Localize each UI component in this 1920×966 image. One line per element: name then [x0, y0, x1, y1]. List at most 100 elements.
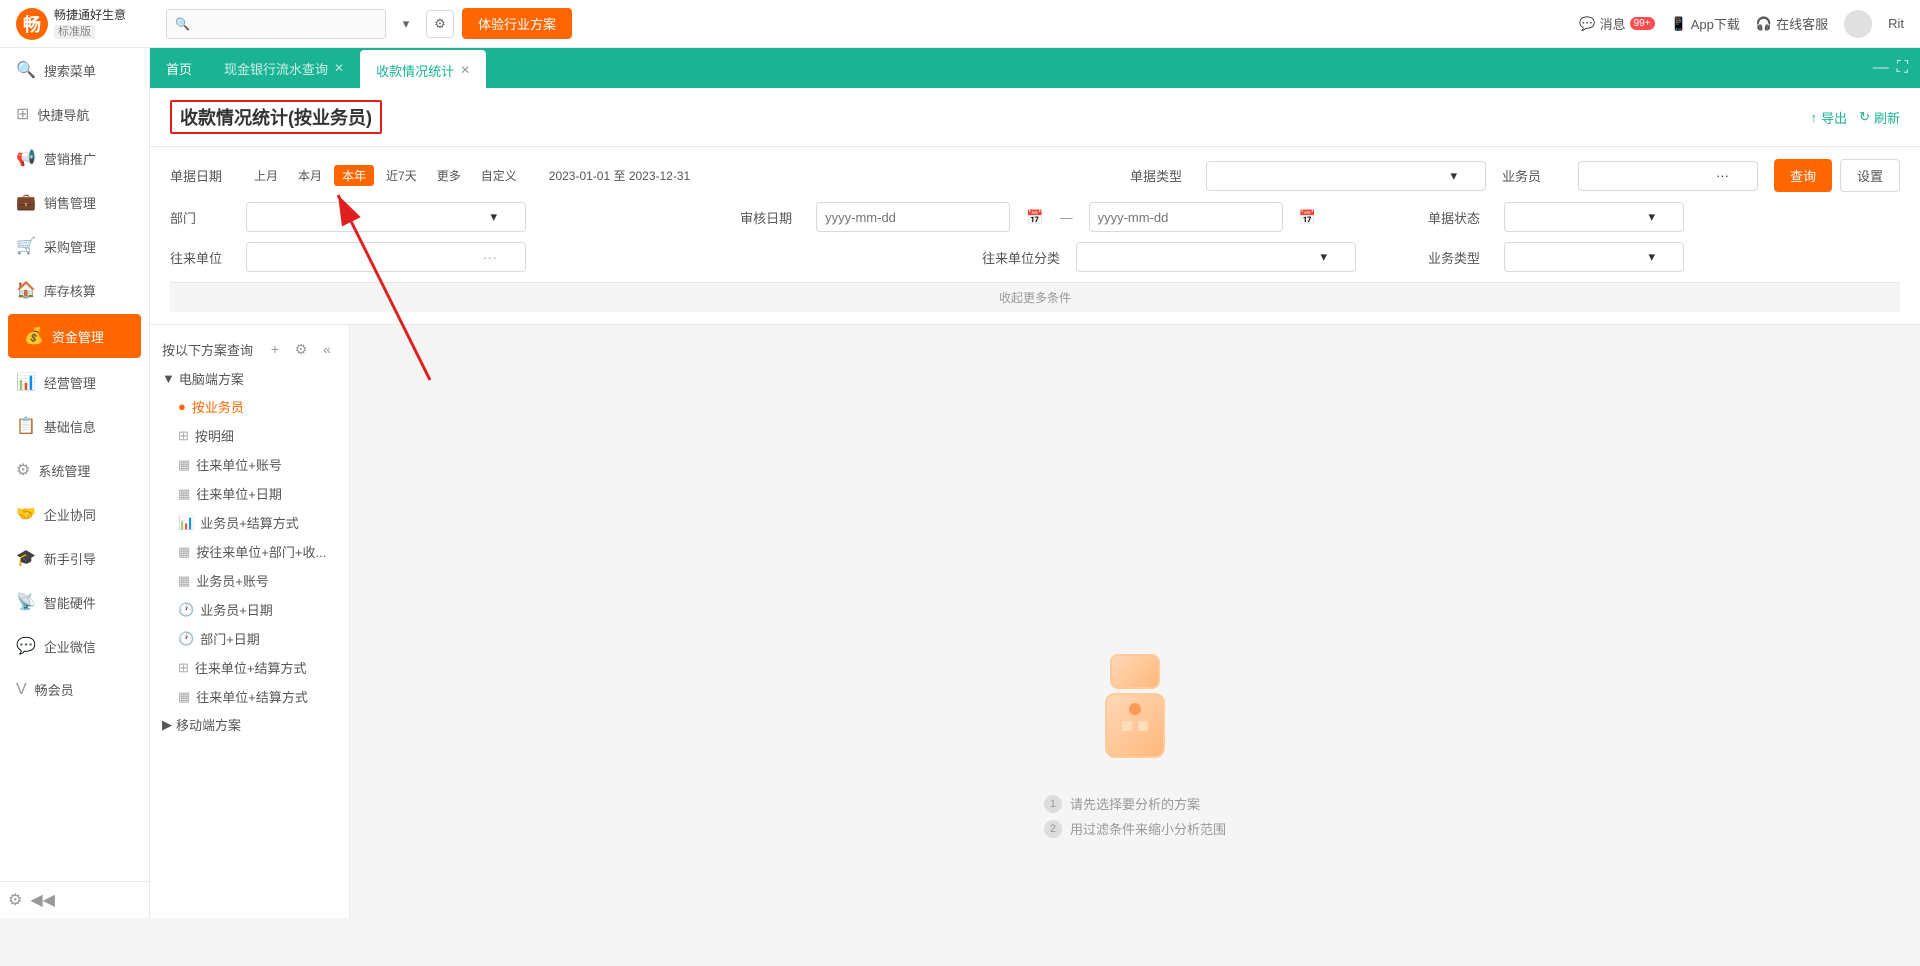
refresh-label: 刷新	[1874, 108, 1900, 127]
sidebar-item-quicknav[interactable]: ⊞ 快捷导航	[0, 92, 149, 136]
date-tab-7days[interactable]: 近7天	[378, 165, 425, 186]
review-date-start[interactable]	[816, 202, 1010, 232]
robot-head	[1110, 654, 1160, 689]
tree-item-partner-dept[interactable]: ▦ 按往来单位+部门+收...	[150, 537, 349, 566]
partner-select[interactable]: ···	[246, 242, 526, 272]
tree-item-partner-settle2[interactable]: ▦ 往来单位+结算方式	[150, 682, 349, 711]
trial-button[interactable]: 体验行业方案	[462, 8, 572, 39]
tree-item-by-salesperson[interactable]: ● 按业务员	[150, 392, 349, 421]
partner-dept-icon: ▦	[178, 544, 190, 560]
date-tab-thismonth[interactable]: 本月	[290, 165, 330, 186]
doc-status-select[interactable]: ▾	[1504, 202, 1684, 232]
basic-icon: 📋	[16, 416, 36, 436]
sidebar-item-search[interactable]: 🔍 搜索菜单	[0, 48, 149, 92]
review-date-end[interactable]	[1089, 202, 1283, 232]
tab-cashflow[interactable]: 现金银行流水查询 ✕	[208, 48, 360, 88]
empty-state: 1 请先选择要分析的方案 2 用过滤条件来缩小分析范围	[1044, 654, 1226, 838]
dept-label: 部门	[170, 208, 230, 227]
sidebar-label-finance: 资金管理	[52, 327, 104, 346]
tree-item-sales-date[interactable]: 🕐 业务员+日期	[150, 595, 349, 624]
tab-collections-close[interactable]: ✕	[460, 63, 470, 77]
sidebar-item-operations[interactable]: 📊 经营管理	[0, 360, 149, 404]
sidebar-item-guide[interactable]: 🎓 新手引导	[0, 536, 149, 580]
guide-icon: 🎓	[16, 548, 36, 568]
expand-icon: ▼	[162, 371, 175, 386]
dept-select[interactable]: ▾	[246, 202, 526, 232]
tree-item-detail[interactable]: ⊞ 按明细	[150, 421, 349, 450]
sidebar-label-member: 畅会员	[35, 680, 74, 699]
page-header-actions: ↑ 导出 ↻ 刷新	[1811, 108, 1900, 127]
partner-category-select[interactable]: ▾	[1076, 242, 1356, 272]
messages-action[interactable]: 💬 消息 99+	[1579, 14, 1654, 33]
salesperson-chevron: ···	[1716, 168, 1729, 183]
filter-row-1: 单据日期 上月 本月 本年 近7天 更多 自定义 2023-01-01 至 20…	[170, 159, 1900, 192]
tree-item-dept-date[interactable]: 🕐 部门+日期	[150, 624, 349, 653]
biz-type-select[interactable]: ▾	[1504, 242, 1684, 272]
tree-item-partner-date[interactable]: ▦ 往来单位+日期	[150, 479, 349, 508]
online-service-action[interactable]: 🎧 在线客服	[1756, 14, 1828, 33]
date-tab-custom[interactable]: 自定义	[473, 165, 525, 186]
date-tab-lastmonth[interactable]: 上月	[246, 165, 286, 186]
tip-num-2: 2	[1044, 820, 1062, 838]
collapse-bar[interactable]: 收起更多条件	[170, 282, 1900, 312]
date-tab-more[interactable]: 更多	[429, 165, 469, 186]
tab-maximize-btn[interactable]: ⛶	[1897, 59, 1908, 77]
export-btn[interactable]: ↑ 导出	[1811, 108, 1848, 127]
bottom-settings-icon[interactable]: ⚙	[8, 890, 22, 910]
dropdown-icon[interactable]: ▾	[394, 12, 418, 36]
tree-item-partner-settle1[interactable]: ⊞ 往来单位+结算方式	[150, 653, 349, 682]
tip-text-2: 用过滤条件来缩小分析范围	[1070, 819, 1226, 838]
tree-item-partner-account[interactable]: ▦ 往来单位+账号	[150, 450, 349, 479]
query-button[interactable]: 查询	[1774, 159, 1832, 192]
calendar-icon-start[interactable]: 📅	[1026, 209, 1043, 226]
wechat-icon: 💬	[16, 636, 36, 656]
doc-type-select[interactable]: ▾	[1206, 161, 1486, 191]
salesperson-select[interactable]: ···	[1578, 161, 1758, 191]
biz-type-chevron: ▾	[1648, 249, 1655, 265]
inventory-icon: 🏠	[16, 280, 36, 300]
sidebar-item-finance[interactable]: 💰 资金管理	[8, 314, 141, 358]
user-avatar[interactable]	[1844, 10, 1872, 38]
sidebar-item-basic[interactable]: 📋 基础信息	[0, 404, 149, 448]
sidebar-item-hardware[interactable]: 📡 智能硬件	[0, 580, 149, 624]
tree-item-partner-settle1-label: 往来单位+结算方式	[195, 658, 307, 677]
settings-gear-btn[interactable]: ⚙	[426, 10, 454, 38]
settings-button[interactable]: 设置	[1840, 159, 1900, 192]
collapse-panel-icon[interactable]: «	[317, 339, 337, 359]
partner-more-icon[interactable]: ···	[483, 249, 497, 265]
search-menu-icon: 🔍	[16, 60, 36, 80]
tab-minimize-btn[interactable]: —	[1873, 59, 1889, 77]
add-scheme-icon[interactable]: +	[265, 339, 285, 359]
sidebar-item-system[interactable]: ⚙ 系统管理	[0, 448, 149, 492]
mobile-scheme-header[interactable]: ▶ 移动端方案	[150, 711, 349, 738]
date-tabs: 上月 本月 本年 近7天 更多 自定义	[246, 165, 525, 186]
sidebar-label-wechat: 企业微信	[44, 637, 96, 656]
sidebar-item-marketing[interactable]: 📢 营销推广	[0, 136, 149, 180]
tab-home[interactable]: 首页	[150, 48, 208, 88]
date-tab-thisyear[interactable]: 本年	[334, 165, 374, 186]
doc-type-chevron: ▾	[1450, 168, 1457, 184]
sidebar-item-purchase[interactable]: 🛒 采购管理	[0, 224, 149, 268]
collapse-sidebar-icon[interactable]: ◀◀	[30, 890, 55, 910]
manage-scheme-icon[interactable]: ⚙	[291, 339, 311, 359]
app-download-action[interactable]: 📱 App下载	[1671, 14, 1740, 33]
tab-collections[interactable]: 收款情况统计 ✕	[360, 50, 486, 90]
calendar-icon-end[interactable]: 📅	[1299, 209, 1316, 226]
message-icon: 💬	[1579, 16, 1595, 32]
sidebar-item-enterprise[interactable]: 🤝 企业协同	[0, 492, 149, 536]
tree-item-sales-account[interactable]: ▦ 业务员+账号	[150, 566, 349, 595]
computer-scheme-header[interactable]: ▼ 电脑端方案	[150, 365, 349, 392]
tab-cashflow-close[interactable]: ✕	[334, 61, 344, 75]
search-box[interactable]: 🔍	[166, 9, 386, 39]
mobile-scheme-section: ▶ 移动端方案	[150, 711, 349, 738]
sidebar-item-sales[interactable]: 💼 销售管理	[0, 180, 149, 224]
sidebar-item-inventory[interactable]: 🏠 库存核算	[0, 268, 149, 312]
tree-item-sales-settle[interactable]: 📊 业务员+结算方式	[150, 508, 349, 537]
sidebar-item-member[interactable]: V 畅会员	[0, 668, 149, 711]
sidebar-item-wechat[interactable]: 💬 企业微信	[0, 624, 149, 668]
refresh-icon: ↻	[1859, 109, 1870, 125]
sidebar-label-purchase: 采购管理	[44, 237, 96, 256]
left-panel: 按以下方案查询 + ⚙ « ▼ 电脑端方案 ● 按业务员 ⊞	[150, 325, 350, 918]
refresh-btn[interactable]: ↻ 刷新	[1859, 108, 1900, 127]
tab-bar: 首页 现金银行流水查询 ✕ 收款情况统计 ✕ — ⛶	[150, 48, 1920, 88]
